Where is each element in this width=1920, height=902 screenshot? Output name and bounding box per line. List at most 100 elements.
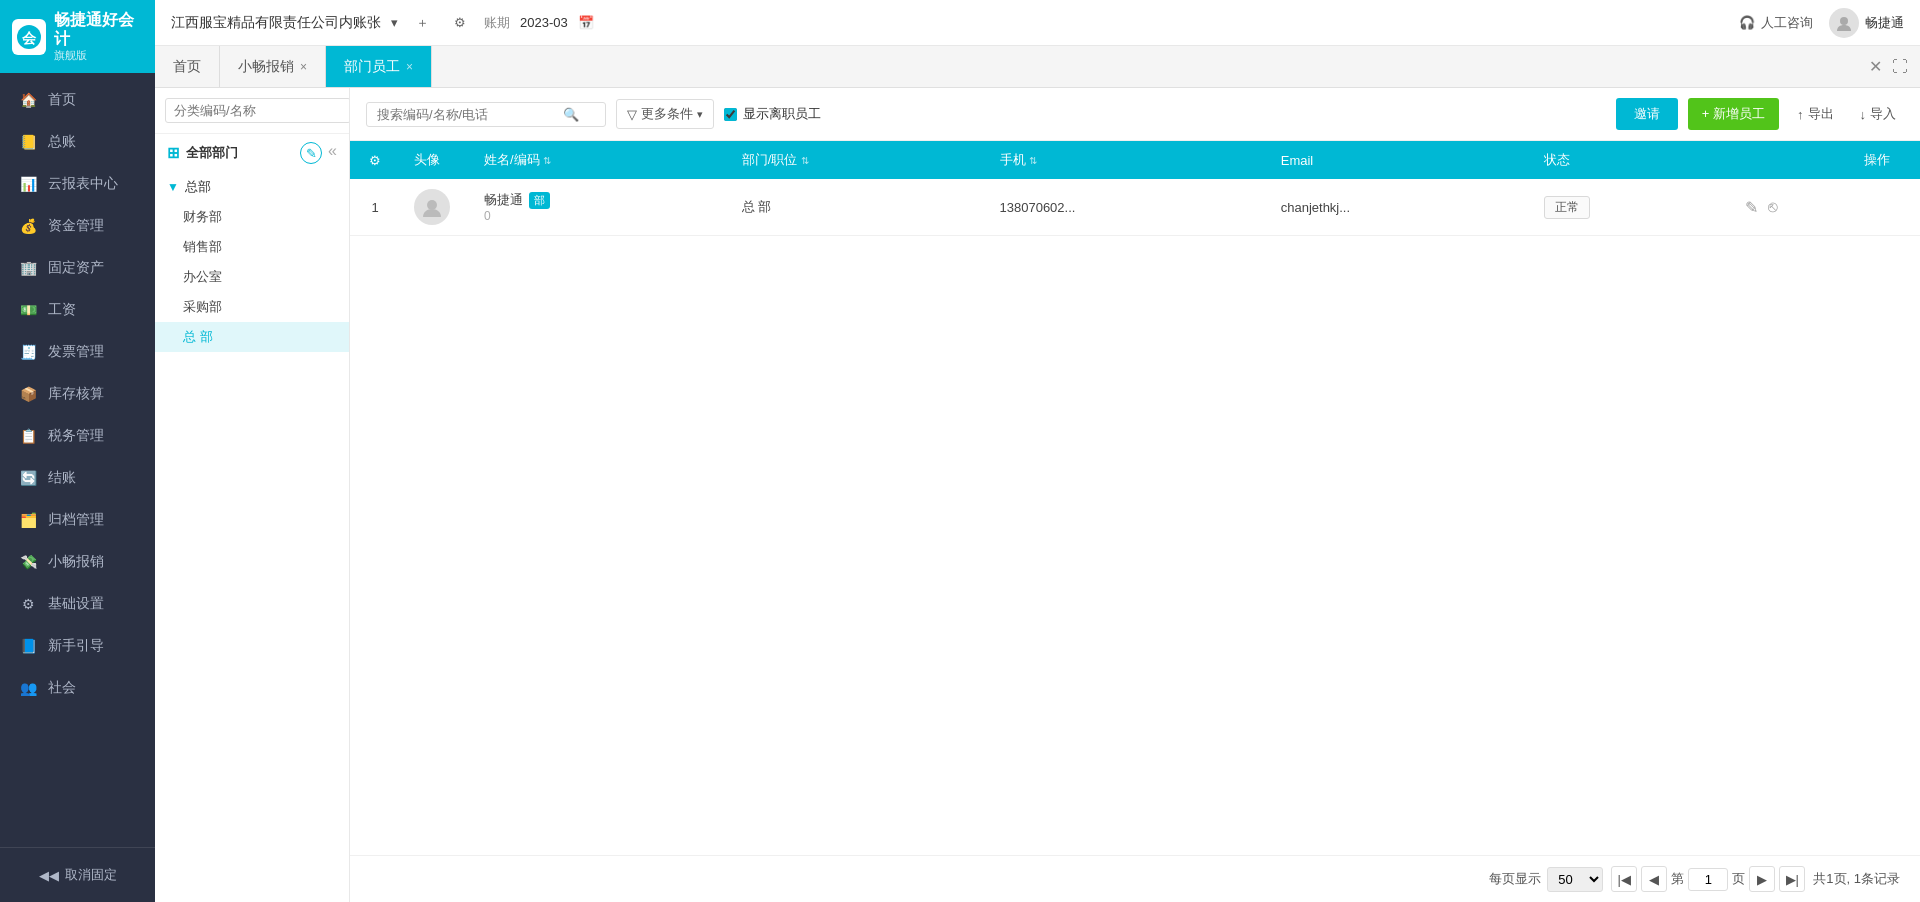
employee-table-container: ⚙ 头像 姓名/编码 ⇅ 部门/职位 ⇅ 手机 ⇅ Email 状态 操作 1 — [350, 141, 1920, 855]
export-btn[interactable]: ↑ 导出 — [1789, 100, 1842, 128]
tab-home[interactable]: 首页 — [155, 46, 220, 87]
sidebar-item-settings[interactable]: ⚙ 基础设置 — [0, 583, 155, 625]
tab-employees[interactable]: 部门员工 × — [326, 46, 432, 87]
filter-btn[interactable]: ▽ 更多条件 ▾ — [616, 99, 714, 129]
page-size-select[interactable]: 每页显示 50 100 200 — [1489, 867, 1603, 892]
import-icon: ↓ — [1860, 107, 1867, 122]
invoice-icon: 🧾 — [18, 342, 38, 362]
row-avatar — [400, 179, 470, 236]
dept-node-sales[interactable]: 销售部 — [155, 232, 349, 262]
edit-employee-btn[interactable]: ✎ — [1745, 198, 1758, 217]
per-page-dropdown[interactable]: 50 100 200 — [1547, 867, 1603, 892]
sidebar-item-checkout[interactable]: 🔄 结账 — [0, 457, 155, 499]
support-label: 人工咨询 — [1761, 14, 1813, 32]
col-phone[interactable]: 手机 ⇅ — [986, 141, 1267, 179]
user-name: 畅捷通 — [1865, 14, 1904, 32]
col-gear[interactable]: ⚙ — [350, 141, 400, 179]
dept-general-label: 总 部 — [183, 328, 213, 346]
expand-icon[interactable]: ⛶ — [1892, 58, 1908, 76]
edit-icon: ✎ — [306, 146, 317, 161]
col-avatar: 头像 — [400, 141, 470, 179]
page-number-input[interactable] — [1688, 868, 1728, 891]
last-page-btn[interactable]: ▶| — [1779, 866, 1805, 892]
dept-search-input[interactable] — [165, 98, 350, 123]
name-sort-icon: ⇅ — [543, 155, 551, 166]
dept-node-root[interactable]: ▼ 总部 — [155, 172, 349, 202]
dept-sales-label: 销售部 — [183, 238, 222, 256]
sidebar-item-inventory[interactable]: 📦 库存核算 — [0, 373, 155, 415]
row-dept: 总 部 — [728, 179, 986, 236]
col-name[interactable]: 姓名/编码 ⇅ — [470, 141, 728, 179]
show-resigned-checkbox[interactable] — [724, 108, 737, 121]
home-icon: 🏠 — [18, 90, 38, 110]
employee-name: 畅捷通 — [484, 191, 523, 209]
sidebar-item-more[interactable]: 👥 社会 — [0, 667, 155, 709]
tab-expense-close[interactable]: × — [300, 60, 307, 74]
settings-gear-btn[interactable]: ⚙ — [446, 9, 474, 37]
avatar — [414, 189, 450, 225]
col-status: 状态 — [1530, 141, 1730, 179]
add-tab-btn[interactable]: ＋ — [408, 9, 436, 37]
tab-expense[interactable]: 小畅报销 × — [220, 46, 326, 87]
sidebar-item-label: 云报表中心 — [48, 175, 118, 193]
dept-node-purchase[interactable]: 采购部 — [155, 292, 349, 322]
main-area: 江西服宝精品有限责任公司内账张 ▾ ＋ ⚙ 账期 2023-03 📅 🎧 人工咨… — [155, 0, 1920, 902]
employee-search-field[interactable]: 🔍 — [366, 102, 606, 127]
sidebar-item-ledger[interactable]: 📒 总账 — [0, 121, 155, 163]
sidebar-bottom: ◀◀ 取消固定 — [0, 847, 155, 902]
dept-edit-btn[interactable]: ✎ — [300, 142, 322, 164]
dept-collapse-btn[interactable]: « — [328, 142, 337, 164]
import-btn[interactable]: ↓ 导入 — [1852, 100, 1905, 128]
sidebar: 会 畅捷通好会计 旗舰版 🏠 首页 📒 总账 📊 云报表中心 💰 资金管理 🏢 … — [0, 0, 155, 902]
invite-btn[interactable]: 邀请 — [1616, 98, 1678, 130]
row-index: 1 — [350, 179, 400, 236]
sidebar-item-reports[interactable]: 📊 云报表中心 — [0, 163, 155, 205]
col-actions: 操作 — [1731, 141, 1920, 179]
dept-node-general[interactable]: 总 部 — [155, 322, 349, 352]
settings-icon: ⚙ — [18, 594, 38, 614]
next-page-btn[interactable]: ▶ — [1749, 866, 1775, 892]
sidebar-item-archive[interactable]: 🗂️ 归档管理 — [0, 499, 155, 541]
tab-employees-close[interactable]: × — [406, 60, 413, 74]
employee-search-icon[interactable]: 🔍 — [563, 107, 579, 122]
close-window-icon[interactable]: ✕ — [1869, 57, 1882, 76]
sidebar-item-label: 资金管理 — [48, 217, 104, 235]
expand-collapse-icon: ▼ — [167, 180, 179, 194]
employee-search-input[interactable] — [377, 107, 557, 122]
sidebar-logo: 会 畅捷通好会计 旗舰版 — [0, 0, 155, 73]
calendar-icon[interactable]: 📅 — [578, 15, 594, 30]
show-resigned-checkbox-label[interactable]: 显示离职员工 — [724, 105, 821, 123]
archive-icon: 🗂️ — [18, 510, 38, 530]
sidebar-item-salary[interactable]: 💵 工资 — [0, 289, 155, 331]
sidebar-item-expense[interactable]: 💸 小畅报销 — [0, 541, 155, 583]
import-label: 导入 — [1870, 105, 1896, 123]
gear-icon: ⚙ — [454, 15, 466, 30]
pagination-bar: 每页显示 50 100 200 |◀ ◀ 第 页 ▶ ▶| 共1页, 1 — [350, 855, 1920, 902]
toolbar-right: 邀请 + 新增员工 ↑ 导出 ↓ 导入 — [1616, 98, 1904, 130]
company-dropdown-btn[interactable]: ▾ — [391, 15, 398, 30]
col-dept[interactable]: 部门/职位 ⇅ — [728, 141, 986, 179]
sidebar-item-assets_mgmt[interactable]: 💰 资金管理 — [0, 205, 155, 247]
sidebar-item-invoice[interactable]: 🧾 发票管理 — [0, 331, 155, 373]
tax-icon: 📋 — [18, 426, 38, 446]
dept-node-office[interactable]: 办公室 — [155, 262, 349, 292]
reports-icon: 📊 — [18, 174, 38, 194]
dept-finance-label: 财务部 — [183, 208, 222, 226]
sidebar-item-guide[interactable]: 📘 新手引导 — [0, 625, 155, 667]
tab-expense-label: 小畅报销 — [238, 58, 294, 76]
cancel-fixed-btn[interactable]: ◀◀ 取消固定 — [0, 858, 155, 892]
table-row: 1 畅捷通 部 0 总 部 138070602... chanjethkj... — [350, 179, 1920, 236]
user-info[interactable]: 畅捷通 — [1829, 8, 1904, 38]
support-btn[interactable]: 🎧 人工咨询 — [1739, 14, 1813, 32]
sidebar-item-fixed_assets[interactable]: 🏢 固定资产 — [0, 247, 155, 289]
right-panel: 🔍 ▽ 更多条件 ▾ 显示离职员工 邀请 + 新增员工 ↑ 导出 — [350, 88, 1920, 902]
dept-node-finance[interactable]: 财务部 — [155, 202, 349, 232]
sidebar-item-tax[interactable]: 📋 税务管理 — [0, 415, 155, 457]
checkout-icon: 🔄 — [18, 468, 38, 488]
prev-page-btn[interactable]: ◀ — [1641, 866, 1667, 892]
sidebar-item-home[interactable]: 🏠 首页 — [0, 79, 155, 121]
row-phone: 138070602... — [986, 179, 1267, 236]
first-page-btn[interactable]: |◀ — [1611, 866, 1637, 892]
logout-employee-btn[interactable]: ⎋ — [1768, 198, 1778, 216]
add-employee-btn[interactable]: + 新增员工 — [1688, 98, 1779, 130]
